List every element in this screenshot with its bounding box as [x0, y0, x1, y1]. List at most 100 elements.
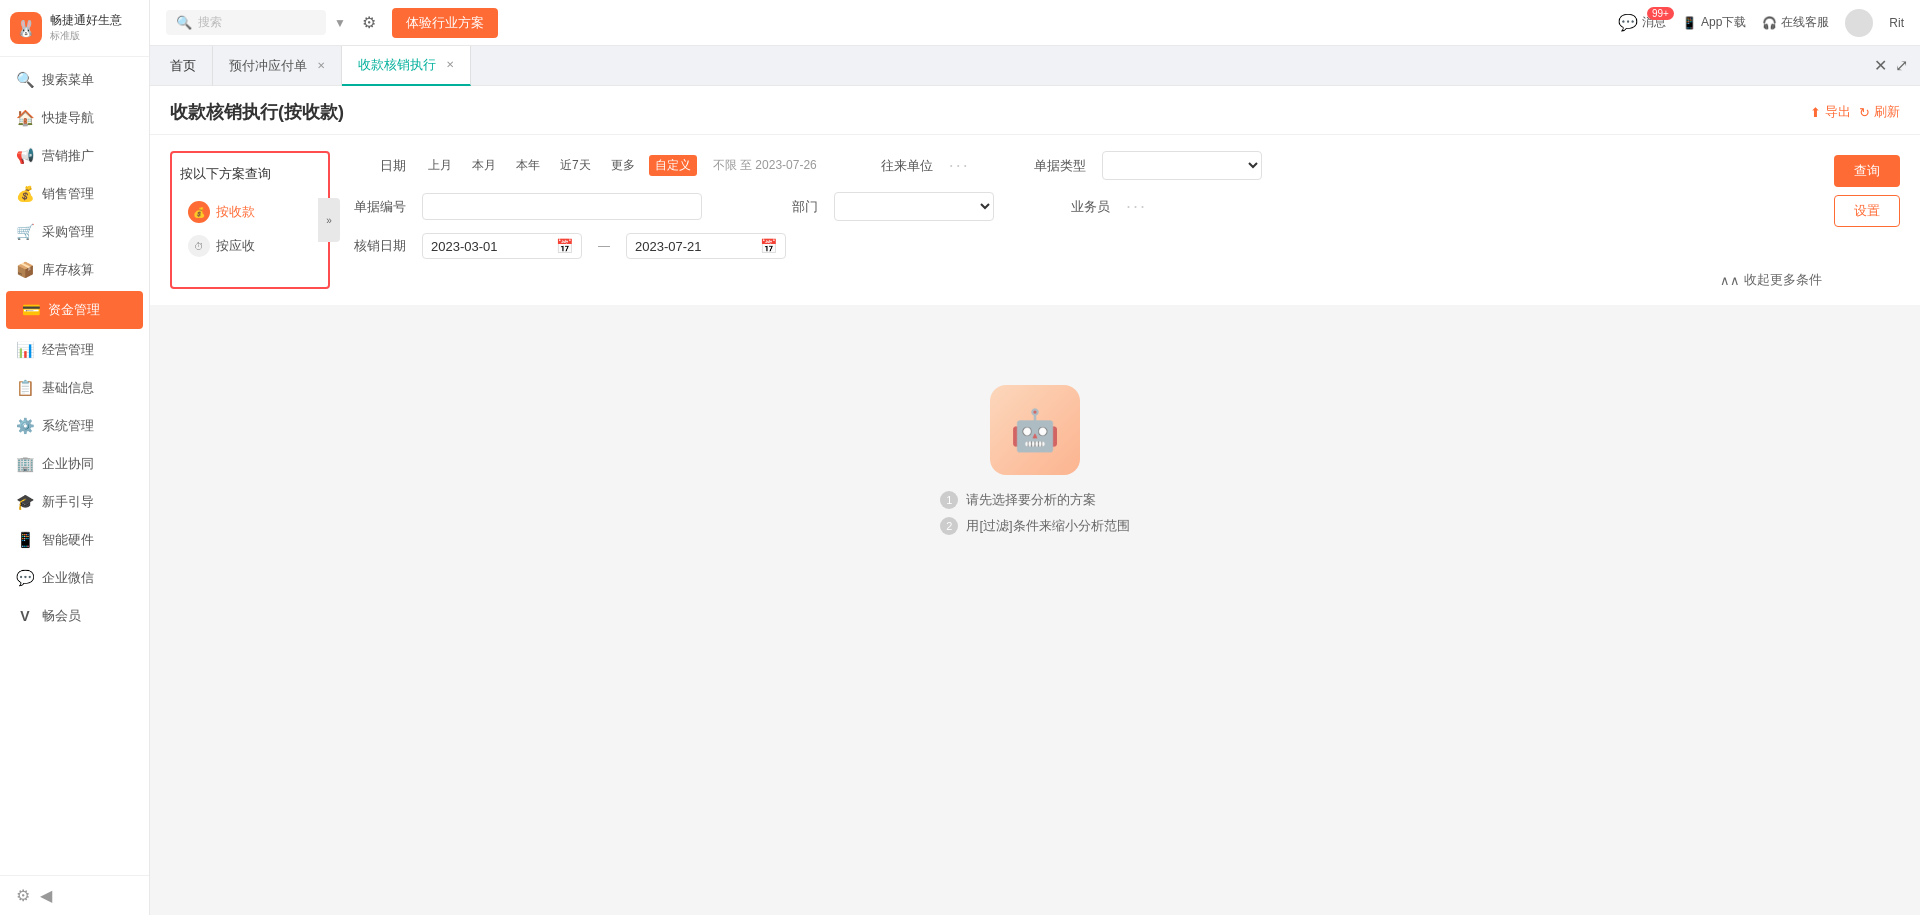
receivable-icon: ⏱	[188, 235, 210, 257]
dept-select[interactable]	[834, 192, 994, 221]
sidebar-item-quick-nav[interactable]: 🏠 快捷导航	[0, 99, 149, 137]
sidebar-item-member[interactable]: V 畅会员	[0, 597, 149, 635]
collapse-conditions-btn[interactable]: ∧∧ 收起更多条件	[346, 271, 1822, 289]
query-btn[interactable]: 查询	[1834, 155, 1900, 187]
message-btn[interactable]: 💬 消息 99+	[1618, 13, 1666, 32]
sidebar-item-marketing[interactable]: 📢 营销推广	[0, 137, 149, 175]
logo-area: 🐰 畅捷通好生意 标准版	[0, 0, 149, 57]
filter-panel-title: 按以下方案查询	[180, 165, 320, 183]
main-content: 🔍 搜索 ▼ ⚙ 体验行业方案 💬 消息 99+ 📱 App下载 🎧 在线客服 …	[150, 0, 1920, 915]
sidebar-item-inventory[interactable]: 📦 库存核算	[0, 251, 149, 289]
basic-icon: 📋	[16, 379, 34, 397]
sidebar-item-basic[interactable]: 📋 基础信息	[0, 369, 149, 407]
date-option-this-year[interactable]: 本年	[510, 155, 546, 176]
sidebar-item-enterprise[interactable]: 🏢 企业协同	[0, 445, 149, 483]
doc-no-label: 单据编号	[346, 198, 406, 216]
sidebar-item-business[interactable]: 📊 经营管理	[0, 331, 149, 369]
filter-panel-collapse-btn[interactable]: »	[318, 198, 340, 242]
industry-btn[interactable]: 体验行业方案	[392, 8, 498, 38]
expand-tab-icon[interactable]: ⤢	[1895, 56, 1908, 75]
message-badge: 99+	[1647, 7, 1674, 20]
sidebar-item-system[interactable]: ⚙️ 系统管理	[0, 407, 149, 445]
date-option-last-month[interactable]: 上月	[422, 155, 458, 176]
avatar[interactable]	[1845, 9, 1873, 37]
setting-btn[interactable]: 设置	[1834, 195, 1900, 227]
sidebar-footer: ⚙ ◀	[0, 875, 149, 915]
dept-label: 部门	[758, 198, 818, 216]
page-title: 收款核销执行(按收款)	[170, 100, 344, 124]
sidebar-item-search[interactable]: 🔍 搜索菜单	[0, 61, 149, 99]
search-icon: 🔍	[16, 71, 34, 89]
sidebar-item-purchase[interactable]: 🛒 采购管理	[0, 213, 149, 251]
header-gear-icon[interactable]: ⚙	[362, 13, 376, 32]
date-option-this-month[interactable]: 本月	[466, 155, 502, 176]
employee-input[interactable]: ···	[1126, 196, 1147, 217]
empty-tip-2: 2 用[过滤]条件来缩小分析范围	[940, 517, 1129, 535]
chevron-up-icon: ∧∧	[1720, 273, 1740, 288]
tip-num-2: 2	[940, 517, 958, 535]
receipt-icon: 💰	[188, 201, 210, 223]
tab-bar: 首页 预付冲应付单 ✕ 收款核销执行 ✕ ✕ ⤢	[150, 46, 1920, 86]
sidebar: 🐰 畅捷通好生意 标准版 🔍 搜索菜单 🏠 快捷导航 📢 营销推广 💰 销售管理…	[0, 0, 150, 915]
page-header: 收款核销执行(按收款) ⬆ 导出 ↻ 刷新	[150, 86, 1920, 135]
export-btn[interactable]: ⬆ 导出	[1810, 103, 1851, 121]
purchase-icon: 🛒	[16, 223, 34, 241]
tab-close-prepay[interactable]: ✕	[317, 60, 325, 71]
hardware-icon: 📱	[16, 531, 34, 549]
home-icon: 🏠	[16, 109, 34, 127]
dropdown-arrow-icon[interactable]: ▼	[334, 16, 346, 30]
empty-tips: 1 请先选择要分析的方案 2 用[过滤]条件来缩小分析范围	[940, 491, 1129, 535]
filter-option-by-receipt[interactable]: 💰 按收款	[180, 195, 320, 229]
filter-form: 日期 上月 本月 本年 近7天 更多 自定义 不限 至 2023-07-26 往…	[346, 151, 1822, 289]
offset-date-label: 核销日期	[346, 237, 406, 255]
settings-icon[interactable]: ⚙	[16, 886, 30, 905]
date-option-last-7days[interactable]: 近7天	[554, 155, 597, 176]
finance-icon: 💳	[22, 301, 40, 319]
tab-close-receipt-offset[interactable]: ✕	[446, 59, 454, 70]
tip-num-1: 1	[940, 491, 958, 509]
header-search-box[interactable]: 🔍 搜索	[166, 10, 326, 35]
tab-prepay[interactable]: 预付冲应付单 ✕	[213, 46, 342, 86]
date-option-more[interactable]: 更多	[605, 155, 641, 176]
refresh-icon: ↻	[1859, 105, 1870, 120]
tab-home[interactable]: 首页	[154, 46, 213, 86]
close-tab-icon[interactable]: ✕	[1874, 56, 1887, 75]
export-icon: ⬆	[1810, 105, 1821, 120]
date-separator: —	[598, 239, 610, 253]
empty-illustration: 🤖	[990, 385, 1080, 475]
refresh-btn[interactable]: ↻ 刷新	[1859, 103, 1900, 121]
header-left: 🔍 搜索 ▼ ⚙ 体验行业方案	[166, 8, 498, 38]
empty-state: 🤖 1 请先选择要分析的方案 2 用[过滤]条件来缩小分析范围	[150, 305, 1920, 615]
member-icon: V	[16, 608, 34, 624]
online-service-btn[interactable]: 🎧 在线客服	[1762, 14, 1829, 31]
user-name: Rit	[1889, 16, 1904, 30]
calendar-start-icon[interactable]: 📅	[556, 238, 573, 254]
filter-area: 按以下方案查询 💰 按收款 ⏱ 按应收 » 日期	[150, 135, 1920, 305]
date-option-custom[interactable]: 自定义	[649, 155, 697, 176]
sidebar-item-wechat[interactable]: 💬 企业微信	[0, 559, 149, 597]
calendar-end-icon[interactable]: 📅	[760, 238, 777, 254]
sales-icon: 💰	[16, 185, 34, 203]
header-right: 💬 消息 99+ 📱 App下载 🎧 在线客服 Rit	[1618, 9, 1904, 37]
sidebar-item-hardware[interactable]: 📱 智能硬件	[0, 521, 149, 559]
offset-date-start[interactable]: 2023-03-01 📅	[422, 233, 582, 259]
business-icon: 📊	[16, 341, 34, 359]
partner-input[interactable]: ···	[949, 155, 970, 176]
offset-date-end[interactable]: 2023-07-21 📅	[626, 233, 786, 259]
header-search-placeholder: 搜索	[198, 14, 222, 31]
doc-no-input[interactable]	[422, 193, 702, 220]
tab-receipt-offset[interactable]: 收款核销执行 ✕	[342, 46, 471, 86]
filter-row-1: 日期 上月 本月 本年 近7天 更多 自定义 不限 至 2023-07-26 往…	[346, 151, 1822, 180]
filter-actions: 查询 设置	[1834, 151, 1900, 289]
sidebar-item-finance[interactable]: 💳 资金管理	[6, 291, 143, 329]
filter-option-by-receivable[interactable]: ⏱ 按应收	[180, 229, 320, 263]
date-label: 日期	[346, 157, 406, 175]
doc-type-select[interactable]	[1102, 151, 1262, 180]
sidebar-item-guide[interactable]: 🎓 新手引导	[0, 483, 149, 521]
collapse-sidebar-icon[interactable]: ◀	[40, 886, 52, 905]
app-download-btn[interactable]: 📱 App下载	[1682, 14, 1746, 31]
sidebar-nav: 🔍 搜索菜单 🏠 快捷导航 📢 营销推广 💰 销售管理 🛒 采购管理 📦 库存核…	[0, 57, 149, 875]
wechat-icon: 💬	[16, 569, 34, 587]
message-icon: 💬	[1618, 13, 1638, 32]
sidebar-item-sales[interactable]: 💰 销售管理	[0, 175, 149, 213]
